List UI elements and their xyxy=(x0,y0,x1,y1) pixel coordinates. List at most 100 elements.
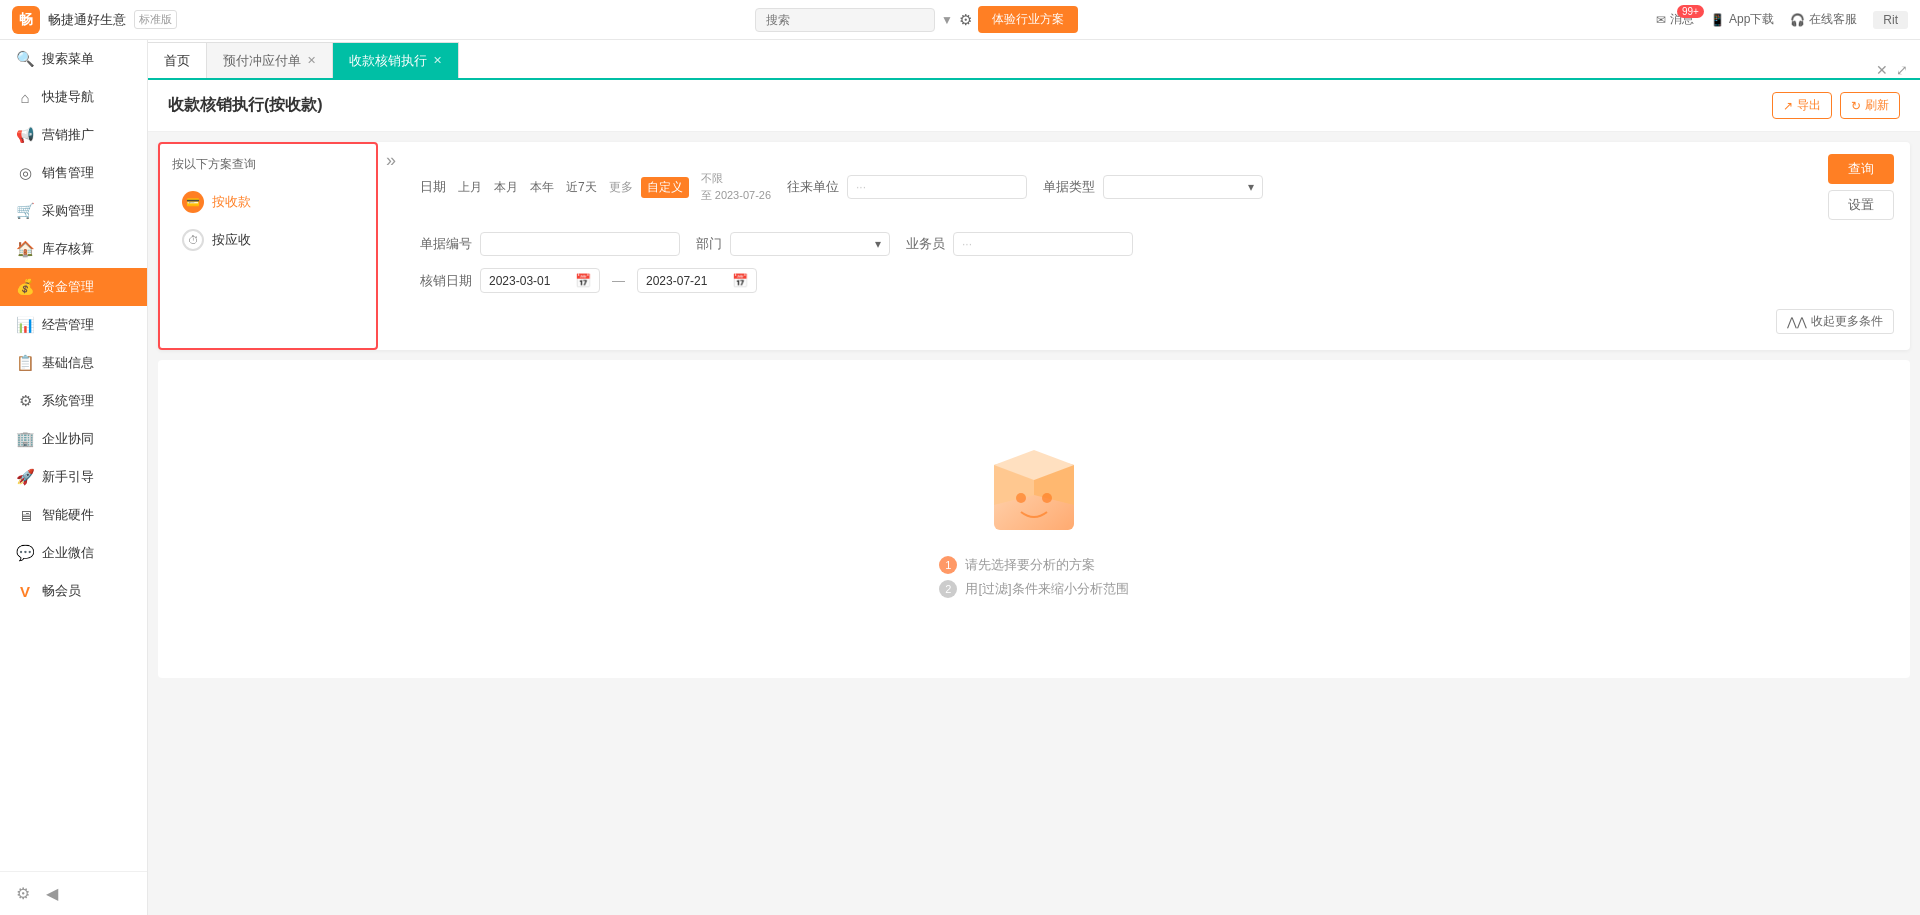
sidebar-item-hardware[interactable]: 🖥 智能硬件 xyxy=(0,496,147,534)
date-tab-this-month[interactable]: 本月 xyxy=(490,177,522,198)
filter-date-item: 日期 上月 本月 本年 近7天 更多 自定义 不限 至 xyxy=(420,171,771,203)
staff-select[interactable]: ··· xyxy=(953,232,1133,256)
sidebar-label-sales: 销售管理 xyxy=(42,164,94,182)
sidebar-settings-icon[interactable]: ⚙ xyxy=(16,884,30,903)
topbar-center: ▼ ⚙ 体验行业方案 xyxy=(755,6,1078,33)
setting-button[interactable]: 设置 xyxy=(1828,190,1894,220)
sidebar-item-search[interactable]: 🔍 搜索菜单 xyxy=(0,40,147,78)
date-tab-custom[interactable]: 自定义 xyxy=(641,177,689,198)
inventory-icon: 🏠 xyxy=(16,240,34,258)
tab-prepay[interactable]: 预付冲应付单 ✕ xyxy=(207,42,333,78)
sidebar-item-wechat[interactable]: 💬 企业微信 xyxy=(0,534,147,572)
sidebar-item-marketing[interactable]: 📢 营销推广 xyxy=(0,116,147,154)
sidebar-label-shortcut: 快捷导航 xyxy=(42,88,94,106)
date-tab-7days[interactable]: 近7天 xyxy=(562,177,601,198)
sidebar-item-basic[interactable]: 📋 基础信息 xyxy=(0,344,147,382)
sidebar-label-enterprise: 企业协同 xyxy=(42,430,94,448)
tab-close-window-icon[interactable]: ✕ xyxy=(1876,62,1888,78)
tab-collection[interactable]: 收款核销执行 ✕ xyxy=(333,42,459,78)
query-button[interactable]: 查询 xyxy=(1828,154,1894,184)
date-tab-more[interactable]: 更多 xyxy=(605,177,637,198)
sidebar-item-enterprise[interactable]: 🏢 企业协同 xyxy=(0,420,147,458)
page-header-actions: ↗ 导出 ↻ 刷新 xyxy=(1772,92,1900,119)
solution-button[interactable]: 体验行业方案 xyxy=(978,6,1078,33)
sidebar-item-guide[interactable]: 🚀 新手引导 xyxy=(0,458,147,496)
sidebar-label-purchase: 采购管理 xyxy=(42,202,94,220)
sidebar-collapse-icon[interactable]: ◀ xyxy=(46,884,58,903)
global-search-input[interactable] xyxy=(755,8,935,32)
sidebar-item-system[interactable]: ⚙ 系统管理 xyxy=(0,382,147,420)
writeoff-to-value: 2023-07-21 xyxy=(646,274,707,288)
user-profile[interactable]: Rit xyxy=(1873,11,1908,29)
writeoff-to-input[interactable]: 2023-07-21 📅 xyxy=(637,268,757,293)
filter-dept-item: 部门 ▾ xyxy=(696,232,890,256)
sidebar-item-sales[interactable]: ◎ 销售管理 xyxy=(0,154,147,192)
staff-label: 业务员 xyxy=(906,235,945,253)
sidebar-item-inventory[interactable]: 🏠 库存核算 xyxy=(0,230,147,268)
sidebar: 🔍 搜索菜单 ⌂ 快捷导航 📢 营销推广 ◎ 销售管理 🛒 采购管理 🏠 库 xyxy=(0,40,148,915)
date-tab-last-month[interactable]: 上月 xyxy=(454,177,486,198)
bill-no-label: 单据编号 xyxy=(420,235,472,253)
tab-maximize-icon[interactable]: ⤢ xyxy=(1896,62,1908,78)
sidebar-label-marketing: 营销推广 xyxy=(42,126,94,144)
empty-hint-2: 2 用[过滤]条件来缩小分析范围 xyxy=(939,580,1128,598)
sidebar-label-search: 搜索菜单 xyxy=(42,50,94,68)
filter-option-by-receivable[interactable]: ⏱ 按应收 xyxy=(172,221,364,259)
receipt-icon: 💳 xyxy=(182,191,204,213)
calendar-to-icon[interactable]: 📅 xyxy=(732,273,748,288)
tab-prepay-close-icon[interactable]: ✕ xyxy=(307,54,316,67)
date-label: 日期 xyxy=(420,178,446,196)
sidebar-nav: 🔍 搜索菜单 ⌂ 快捷导航 📢 营销推广 ◎ 销售管理 🛒 采购管理 🏠 库 xyxy=(0,40,147,610)
bill-type-select[interactable]: ▾ xyxy=(1103,175,1263,199)
export-button[interactable]: ↗ 导出 xyxy=(1772,92,1832,119)
search-icon: 🔍 xyxy=(16,50,34,68)
sidebar-item-member[interactable]: V 畅会员 xyxy=(0,572,147,610)
writeoff-from-input[interactable]: 2023-03-01 📅 xyxy=(480,268,600,293)
dept-select[interactable]: ▾ xyxy=(730,232,890,256)
message-btn[interactable]: ✉ 消息 99+ xyxy=(1656,11,1694,28)
sidebar-label-hardware: 智能硬件 xyxy=(42,506,94,524)
empty-hint-1: 1 请先选择要分析的方案 xyxy=(939,556,1128,574)
sidebar-label-operation: 经营管理 xyxy=(42,316,94,334)
sales-icon: ◎ xyxy=(16,164,34,182)
partner-select[interactable]: ··· xyxy=(847,175,1027,199)
refresh-button[interactable]: ↻ 刷新 xyxy=(1840,92,1900,119)
basic-icon: 📋 xyxy=(16,354,34,372)
sidebar-item-shortcut[interactable]: ⌂ 快捷导航 xyxy=(0,78,147,116)
bill-no-input[interactable] xyxy=(480,232,680,256)
system-icon: ⚙ xyxy=(16,392,34,410)
sidebar-label-guide: 新手引导 xyxy=(42,468,94,486)
partner-value: ··· xyxy=(856,180,866,194)
collapse-more-button[interactable]: ⋀⋀ 收起更多条件 xyxy=(1776,309,1894,334)
guide-icon: 🚀 xyxy=(16,468,34,486)
sidebar-item-operation[interactable]: 📊 经营管理 xyxy=(0,306,147,344)
filter-scheme-title: 按以下方案查询 xyxy=(172,156,364,173)
chevron-up-icon: ⋀⋀ xyxy=(1787,315,1807,329)
receivable-icon: ⏱ xyxy=(182,229,204,251)
date-tab-this-year[interactable]: 本年 xyxy=(526,177,558,198)
message-badge: 99+ xyxy=(1677,5,1704,18)
tab-collection-label: 收款核销执行 xyxy=(349,52,427,70)
writeoff-date-label: 核销日期 xyxy=(420,272,472,290)
filter-fields: 日期 上月 本月 本年 近7天 更多 自定义 不限 至 xyxy=(404,142,1910,350)
app-download-btn[interactable]: 📱 App下载 xyxy=(1710,11,1774,28)
tab-prepay-label: 预付冲应付单 xyxy=(223,52,301,70)
filter-collapse-btn[interactable]: » xyxy=(378,142,404,350)
tab-home[interactable]: 首页 xyxy=(148,42,207,78)
page-header: 收款核销执行(按收款) ↗ 导出 ↻ 刷新 xyxy=(148,80,1920,132)
dept-label: 部门 xyxy=(696,235,722,253)
topbar-right: ✉ 消息 99+ 📱 App下载 🎧 在线客服 Rit xyxy=(1656,11,1908,29)
filter-partner-item: 往来单位 ··· xyxy=(787,175,1027,199)
page-title: 收款核销执行(按收款) xyxy=(168,95,323,116)
topbar-gear-icon[interactable]: ⚙ xyxy=(959,11,972,29)
tab-collection-close-icon[interactable]: ✕ xyxy=(433,54,442,67)
calendar-from-icon[interactable]: 📅 xyxy=(575,273,591,288)
sidebar-label-inventory: 库存核算 xyxy=(42,240,94,258)
sidebar-item-finance[interactable]: 💰 资金管理 xyxy=(0,268,147,306)
filter-writeoff-date-item: 核销日期 2023-03-01 📅 — 2023-07-21 📅 xyxy=(420,268,757,293)
search-chevron-icon: ▼ xyxy=(941,13,953,27)
filter-option-by-receipt[interactable]: 💳 按收款 xyxy=(172,183,364,221)
online-service-btn[interactable]: 🎧 在线客服 xyxy=(1790,11,1857,28)
sidebar-item-purchase[interactable]: 🛒 采购管理 xyxy=(0,192,147,230)
app-logo: 畅 xyxy=(12,6,40,34)
